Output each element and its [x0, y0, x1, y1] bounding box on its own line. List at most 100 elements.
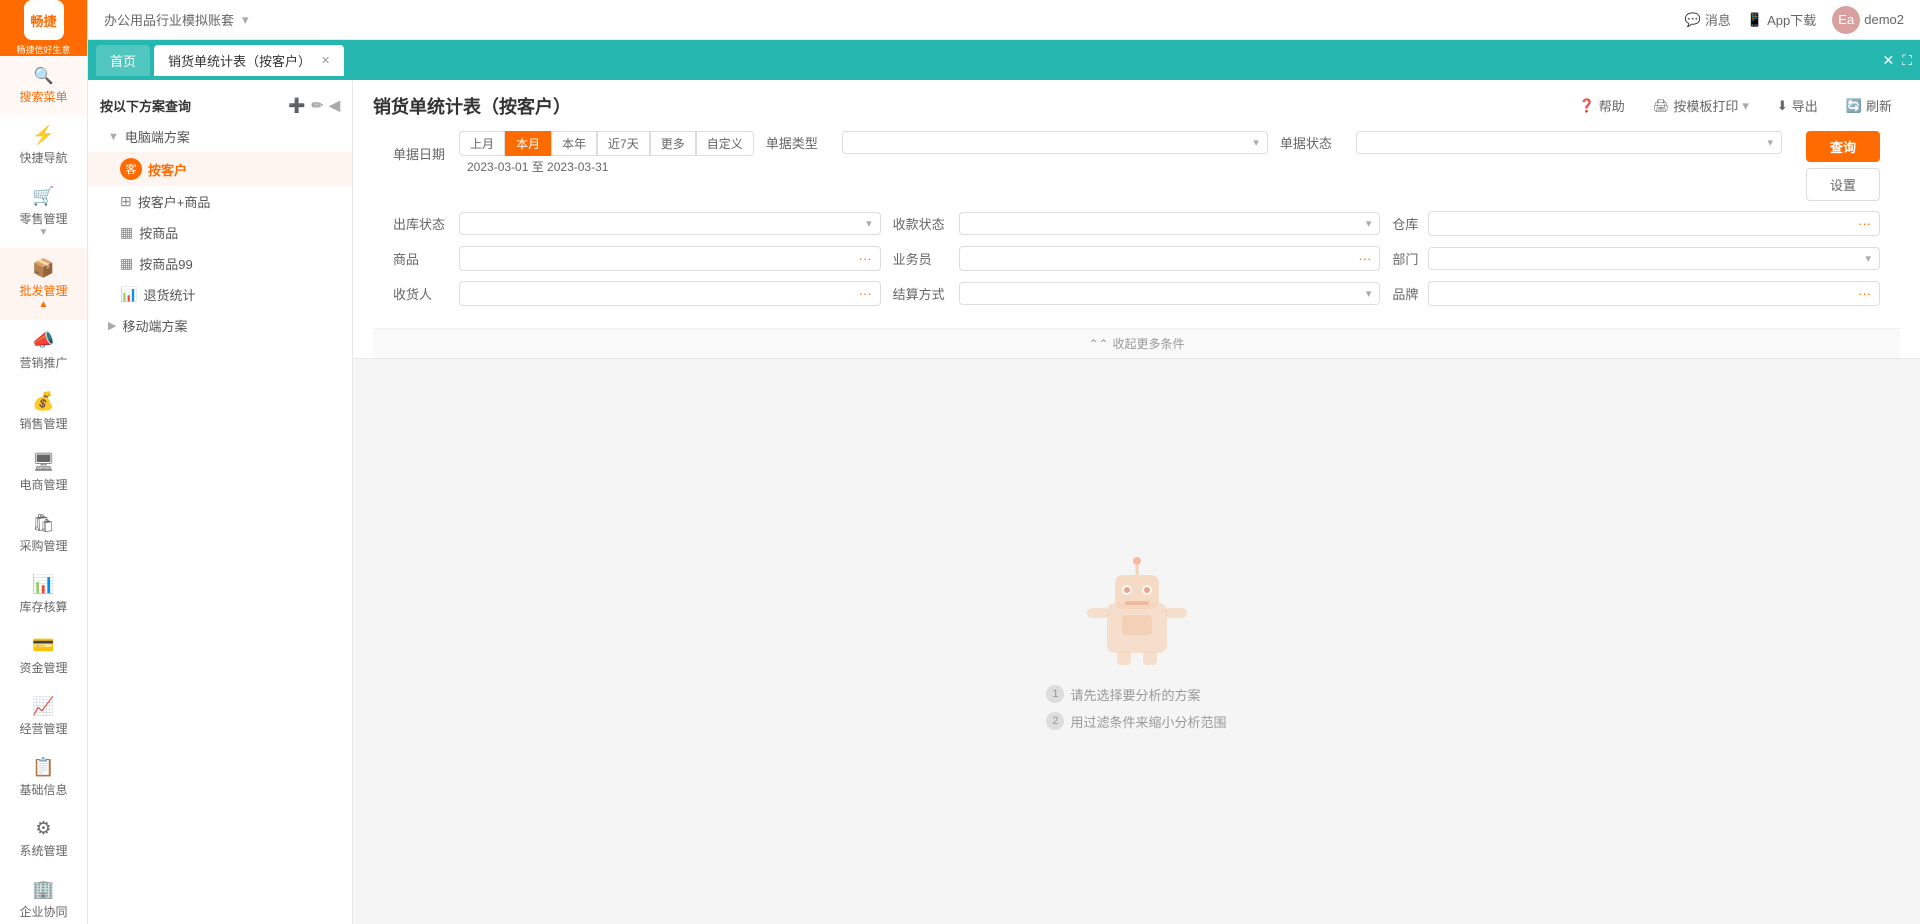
- payment-method-select[interactable]: ▾: [959, 282, 1381, 305]
- this-year-btn[interactable]: 本年: [551, 131, 597, 156]
- maximize-window-icon[interactable]: ⛶: [1902, 52, 1912, 69]
- settings-button[interactable]: 设置: [1806, 168, 1880, 201]
- sidebar-item-sales[interactable]: 💰 销售管理: [0, 381, 88, 442]
- date-filter-label: 单据日期: [393, 144, 453, 163]
- date-range-display: 2023-03-01 至 2023-03-31: [467, 158, 754, 175]
- receipt-status-label: 收款状态: [893, 214, 953, 233]
- template-print-btn[interactable]: 🖨 按模板打印 ▾: [1645, 92, 1757, 119]
- collapse-filters-btn[interactable]: ⌃⌃ 收起更多条件: [373, 328, 1900, 358]
- avatar: Ea: [1832, 6, 1860, 34]
- dropdown-arrow[interactable]: ▾: [242, 12, 249, 28]
- sidebar-item-retail[interactable]: 🛒 零售管理 ▼: [0, 176, 88, 248]
- sidebar-item-basic[interactable]: 📋 基础信息: [0, 747, 88, 808]
- last-7-days-btn[interactable]: 近7天: [597, 131, 650, 156]
- help-btn[interactable]: ❓ 帮助: [1571, 92, 1633, 119]
- sidebar-item-finance[interactable]: 💳 资金管理: [0, 625, 88, 686]
- refresh-btn[interactable]: 🔄 刷新: [1838, 92, 1900, 119]
- more-btn[interactable]: 更多: [650, 131, 696, 156]
- tree-desktop[interactable]: ▼ 电脑端方案: [88, 121, 352, 152]
- department-arrow: ▾: [1865, 252, 1871, 265]
- receipt-status-arrow: ▾: [1366, 217, 1372, 230]
- tree-mobile[interactable]: ▶ 移动端方案: [88, 310, 352, 341]
- edit-scheme-btn[interactable]: ✏: [311, 97, 323, 114]
- salesperson-label: 业务员: [893, 249, 953, 268]
- message-icon: 💬: [1685, 12, 1701, 28]
- department-label: 部门: [1392, 249, 1422, 268]
- add-scheme-btn[interactable]: ➕: [288, 97, 305, 114]
- receipt-status-select[interactable]: ▾: [959, 212, 1381, 235]
- sidebar-item-shortcut[interactable]: ⚡ 快捷导航: [0, 115, 88, 176]
- receiver-dots-icon: ···: [859, 286, 872, 301]
- system-icon: ⚙: [35, 818, 51, 839]
- sidebar-item-operations[interactable]: 📈 经营管理: [0, 686, 88, 747]
- print-arrow-icon: ▾: [1742, 98, 1749, 114]
- empty-illustration: [1077, 553, 1197, 673]
- print-icon: 🖨: [1653, 98, 1670, 114]
- refresh-icon: 🔄: [1846, 98, 1862, 114]
- sidebar-item-wholesale[interactable]: 📦 批发管理 ▲: [0, 248, 88, 320]
- sidebar-item-system[interactable]: ⚙ 系统管理: [0, 808, 88, 869]
- out-status-label: 出库状态: [393, 214, 453, 233]
- sidebar-item-enterprise[interactable]: 🏢 企业协同: [0, 869, 88, 924]
- out-status-select[interactable]: ▾: [459, 212, 881, 235]
- brand-dots-icon: ···: [1858, 286, 1871, 301]
- sidebar-item-purchase[interactable]: 🛍 采购管理: [0, 503, 88, 564]
- tree-by-customer-goods[interactable]: ⊞ 按客户+商品: [88, 186, 352, 217]
- close-window-icon[interactable]: ✕: [1882, 52, 1894, 69]
- payment-arrow: ▾: [1366, 287, 1372, 300]
- sidebar-item-marketing[interactable]: 📣 营销推广: [0, 320, 88, 381]
- app-logo: 畅捷 畅捷信好生意: [0, 0, 88, 56]
- order-type-label: 单据类型: [766, 133, 836, 152]
- sidebar-item-inventory[interactable]: 📊 库存核算: [0, 564, 88, 625]
- message-btn[interactable]: 💬 消息: [1685, 10, 1731, 29]
- warehouse-label: 仓库: [1392, 214, 1422, 233]
- left-panel-title: 按以下方案查询 ➕ ✏ ◀: [88, 90, 352, 121]
- enterprise-icon: 🏢: [32, 879, 54, 900]
- last-month-btn[interactable]: 上月: [459, 131, 505, 156]
- basic-icon: 📋: [32, 757, 54, 778]
- brand-input[interactable]: ···: [1428, 281, 1880, 306]
- tree-by-customer[interactable]: 客 按客户: [88, 152, 352, 186]
- order-status-arrow: ▾: [1767, 136, 1773, 149]
- export-btn[interactable]: ⬇ 导出: [1769, 92, 1826, 119]
- department-select[interactable]: ▾: [1428, 247, 1880, 270]
- inventory-icon: 📊: [32, 574, 54, 595]
- tab-home[interactable]: 首页: [96, 45, 150, 76]
- industry-label: 办公用品行业模拟账套: [104, 10, 234, 29]
- filter-area: 单据日期 上月 本月 本年 近7天 更多 自定义 20: [373, 131, 1900, 328]
- tree-return-stat[interactable]: 📊 退货统计: [88, 279, 352, 310]
- salesperson-input[interactable]: ···: [959, 246, 1381, 271]
- search-icon: 🔍: [34, 66, 54, 86]
- tab-close-icon[interactable]: ✕: [321, 54, 330, 67]
- custom-btn[interactable]: 自定义: [696, 131, 754, 156]
- this-month-btn[interactable]: 本月: [505, 131, 551, 156]
- order-status-label: 单据状态: [1280, 133, 1350, 152]
- app-download-btn[interactable]: 📱 App下载: [1747, 10, 1816, 29]
- goods-input[interactable]: ···: [459, 246, 881, 271]
- customer-goods-icon: ⊞: [120, 193, 132, 210]
- warehouse-input[interactable]: ···: [1428, 211, 1880, 236]
- tree-by-goods-99[interactable]: ▦ 按商品99: [88, 248, 352, 279]
- wholesale-icon: 📦: [32, 258, 54, 279]
- collapse-panel-btn[interactable]: ◀: [329, 97, 340, 114]
- search-menu-item[interactable]: 🔍 搜索菜单: [0, 56, 88, 115]
- order-status-select[interactable]: ▾: [1356, 131, 1782, 154]
- tree-by-goods[interactable]: ▦ 按商品: [88, 217, 352, 248]
- sales-icon: 💰: [32, 391, 54, 412]
- receiver-label: 收货人: [393, 284, 453, 303]
- hint-num-1: 1: [1046, 685, 1064, 703]
- sidebar-item-ecommerce[interactable]: 🖥 电商管理: [0, 442, 88, 503]
- logo-subtitle: 畅捷信好生意: [16, 43, 70, 56]
- export-icon: ⬇: [1777, 98, 1788, 114]
- active-scheme-icon: 客: [120, 158, 142, 180]
- tab-sales-stat[interactable]: 销货单统计表（按客户） ✕: [154, 45, 344, 76]
- ecommerce-icon: 🖥: [32, 452, 55, 473]
- expand-arrow: ▼: [108, 131, 119, 143]
- main-area: 办公用品行业模拟账套 ▾ 💬 消息 📱 App下载 Ea demo2 首页: [88, 0, 1920, 924]
- user-profile[interactable]: Ea demo2: [1832, 6, 1904, 34]
- receiver-input[interactable]: ···: [459, 281, 881, 306]
- page-content: 按以下方案查询 ➕ ✏ ◀ ▼ 电脑端方案 客 按客户 ⊞ 按客户+商品: [88, 80, 1920, 924]
- hint-2: 2 用过滤条件来缩小分析范围: [1046, 712, 1226, 731]
- order-type-select[interactable]: ▾: [842, 131, 1268, 154]
- query-button[interactable]: 查询: [1806, 131, 1880, 162]
